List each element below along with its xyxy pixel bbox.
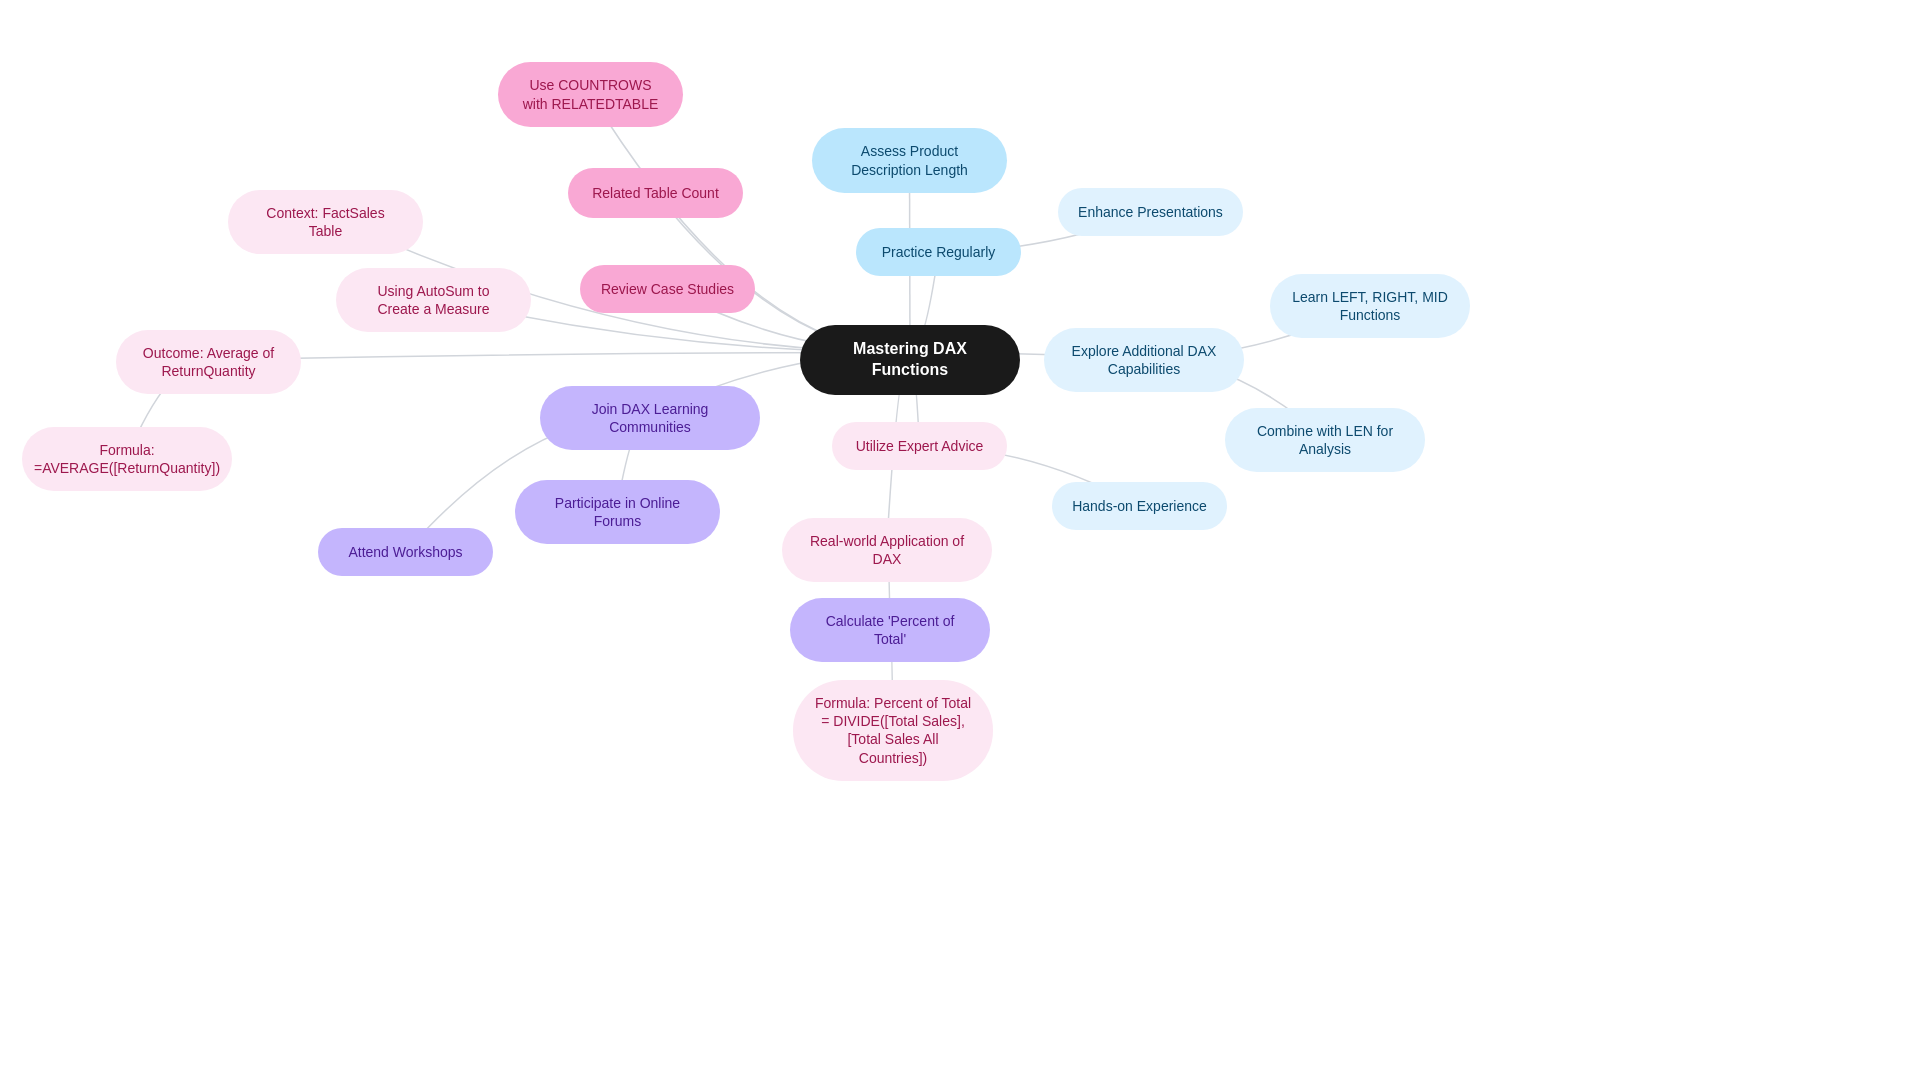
node-calculate_percent: Calculate 'Percent of Total': [790, 598, 990, 662]
node-explore_additional: Explore Additional DAX Capabilities: [1044, 328, 1244, 392]
node-context_factsales: Context: FactSales Table: [228, 190, 423, 254]
node-participate_online: Participate in Online Forums: [515, 480, 720, 544]
node-combine_len: Combine with LEN for Analysis: [1225, 408, 1425, 472]
node-use_countrows: Use COUNTROWS with RELATEDTABLE: [498, 62, 683, 127]
node-enhance_presentations: Enhance Presentations: [1058, 188, 1243, 236]
node-related_table_count: Related Table Count: [568, 168, 743, 218]
node-assess_product: Assess Product Description Length: [812, 128, 1007, 193]
node-using_autosum: Using AutoSum to Create a Measure: [336, 268, 531, 332]
node-realworld_app: Real-world Application of DAX: [782, 518, 992, 582]
node-attend_workshops: Attend Workshops: [318, 528, 493, 576]
node-review_case_studies: Review Case Studies: [580, 265, 755, 313]
node-formula_percent: Formula: Percent of Total = DIVIDE([Tota…: [793, 680, 993, 781]
node-learn_left_right: Learn LEFT, RIGHT, MID Functions: [1270, 274, 1470, 338]
node-practice_regularly: Practice Regularly: [856, 228, 1021, 276]
node-center: Mastering DAX Functions: [800, 325, 1020, 395]
node-join_dax_communities: Join DAX Learning Communities: [540, 386, 760, 450]
node-formula_average: Formula: =AVERAGE([ReturnQuantity]): [22, 427, 232, 491]
node-utilize_expert: Utilize Expert Advice: [832, 422, 1007, 470]
node-outcome_average: Outcome: Average of ReturnQuantity: [116, 330, 301, 394]
node-hands_on: Hands-on Experience: [1052, 482, 1227, 530]
